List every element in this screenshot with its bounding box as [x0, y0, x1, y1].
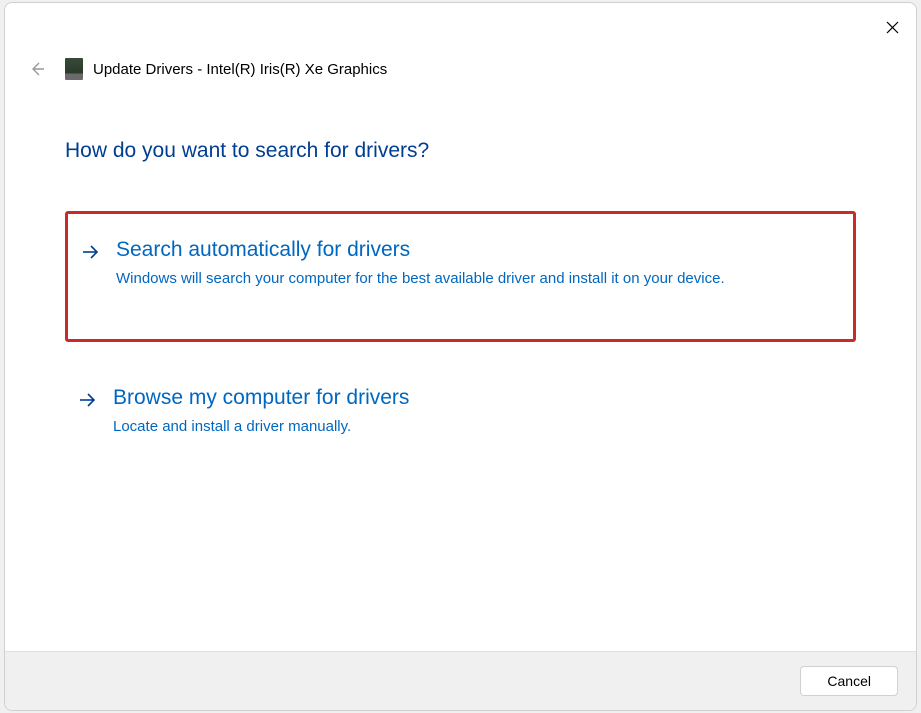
option-title: Browse my computer for drivers — [113, 386, 842, 410]
option-body: Search automatically for drivers Windows… — [116, 238, 839, 291]
device-icon — [65, 58, 83, 80]
arrow-left-icon — [28, 60, 46, 78]
option-search-automatically[interactable]: Search automatically for drivers Windows… — [65, 211, 856, 342]
dialog-title: Update Drivers - Intel(R) Iris(R) Xe Gra… — [93, 61, 387, 78]
option-description: Locate and install a driver manually. — [113, 416, 733, 439]
cancel-button[interactable]: Cancel — [800, 666, 898, 696]
update-drivers-dialog: Update Drivers - Intel(R) Iris(R) Xe Gra… — [4, 2, 917, 711]
title-row: Update Drivers - Intel(R) Iris(R) Xe Gra… — [65, 58, 387, 80]
close-icon — [886, 21, 899, 34]
back-button[interactable] — [25, 57, 49, 81]
arrow-right-icon — [82, 243, 100, 266]
option-body: Browse my computer for drivers Locate an… — [113, 386, 842, 439]
dialog-footer: Cancel — [5, 651, 916, 710]
option-title: Search automatically for drivers — [116, 238, 839, 262]
close-button[interactable] — [876, 11, 908, 43]
arrow-right-icon — [79, 391, 97, 414]
dialog-content: How do you want to search for drivers? S… — [5, 81, 916, 651]
option-description: Windows will search your computer for th… — [116, 268, 736, 291]
dialog-header: Update Drivers - Intel(R) Iris(R) Xe Gra… — [5, 3, 916, 81]
option-browse-computer[interactable]: Browse my computer for drivers Locate an… — [65, 366, 856, 463]
content-heading: How do you want to search for drivers? — [65, 139, 856, 163]
